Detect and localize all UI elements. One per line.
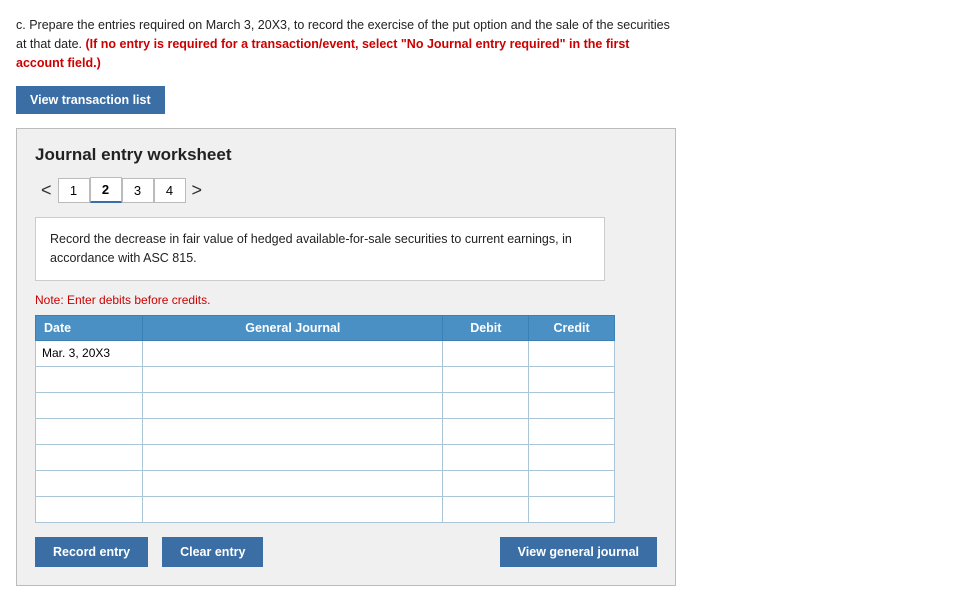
date-cell: Mar. 3, 20X3 [36,340,143,366]
date-cell [36,470,143,496]
journal-input[interactable] [143,445,442,470]
date-cell [36,444,143,470]
description-text: Record the decrease in fair value of hed… [50,232,572,265]
journal-cell [143,392,443,418]
instruction-bold-red: (If no entry is required for a transacti… [16,37,629,70]
credit-cell [529,496,615,522]
credit-input[interactable] [529,471,614,496]
tab-2[interactable]: 2 [90,177,122,203]
credit-cell [529,444,615,470]
col-header-journal: General Journal [143,315,443,340]
debit-cell [443,366,529,392]
debit-input[interactable] [443,393,528,418]
date-cell [36,496,143,522]
journal-cell [143,340,443,366]
journal-table: Date General Journal Debit Credit Mar. 3… [35,315,615,523]
table-row [36,392,615,418]
credit-cell [529,366,615,392]
credit-cell [529,340,615,366]
table-row: Mar. 3, 20X3 [36,340,615,366]
credit-input[interactable] [529,419,614,444]
date-cell [36,366,143,392]
view-general-journal-button[interactable]: View general journal [500,537,657,567]
debit-input[interactable] [443,445,528,470]
table-row [36,470,615,496]
col-header-credit: Credit [529,315,615,340]
table-row [36,444,615,470]
journal-cell [143,496,443,522]
table-row [36,418,615,444]
date-input[interactable] [36,471,142,496]
tab-3[interactable]: 3 [122,178,154,203]
view-transaction-button[interactable]: View transaction list [16,86,165,114]
debit-cell [443,444,529,470]
worksheet-title: Journal entry worksheet [35,145,657,165]
date-input[interactable] [36,367,142,392]
tab-numbers: 1 2 3 4 [58,177,186,203]
debit-input[interactable] [443,367,528,392]
date-input[interactable] [36,497,142,522]
journal-cell [143,444,443,470]
col-header-date: Date [36,315,143,340]
date-input[interactable] [36,419,142,444]
credit-cell [529,470,615,496]
credit-input[interactable] [529,393,614,418]
date-cell [36,392,143,418]
tab-4[interactable]: 4 [154,178,186,203]
debit-input[interactable] [443,419,528,444]
instruction-text: c. Prepare the entries required on March… [16,16,676,72]
journal-input[interactable] [143,497,442,522]
date-input[interactable] [36,445,142,470]
credit-cell [529,418,615,444]
journal-input[interactable] [143,471,442,496]
debit-input[interactable] [443,341,528,366]
actions-row: Record entry Clear entry View general jo… [35,537,657,567]
table-row [36,366,615,392]
credit-input[interactable] [529,445,614,470]
journal-input[interactable] [143,367,442,392]
journal-cell [143,470,443,496]
date-cell [36,418,143,444]
journal-input[interactable] [143,393,442,418]
debit-cell [443,418,529,444]
debit-cell [443,340,529,366]
journal-input[interactable] [143,341,442,366]
description-box: Record the decrease in fair value of hed… [35,217,605,281]
clear-entry-button[interactable]: Clear entry [162,537,263,567]
tab-prev-arrow[interactable]: < [35,178,58,203]
debit-input[interactable] [443,471,528,496]
journal-cell [143,366,443,392]
note-text: Note: Enter debits before credits. [35,293,657,307]
tab-next-arrow[interactable]: > [186,178,209,203]
col-header-debit: Debit [443,315,529,340]
credit-cell [529,392,615,418]
credit-input[interactable] [529,497,614,522]
worksheet-container: Journal entry worksheet < 1 2 3 4 > Reco… [16,128,676,586]
credit-input[interactable] [529,341,614,366]
debit-cell [443,470,529,496]
date-input[interactable] [36,393,142,418]
debit-cell [443,496,529,522]
debit-cell [443,392,529,418]
journal-cell [143,418,443,444]
debit-input[interactable] [443,497,528,522]
journal-input[interactable] [143,419,442,444]
record-entry-button[interactable]: Record entry [35,537,148,567]
tab-navigation: < 1 2 3 4 > [35,177,657,203]
credit-input[interactable] [529,367,614,392]
tab-1[interactable]: 1 [58,178,90,203]
table-row [36,496,615,522]
